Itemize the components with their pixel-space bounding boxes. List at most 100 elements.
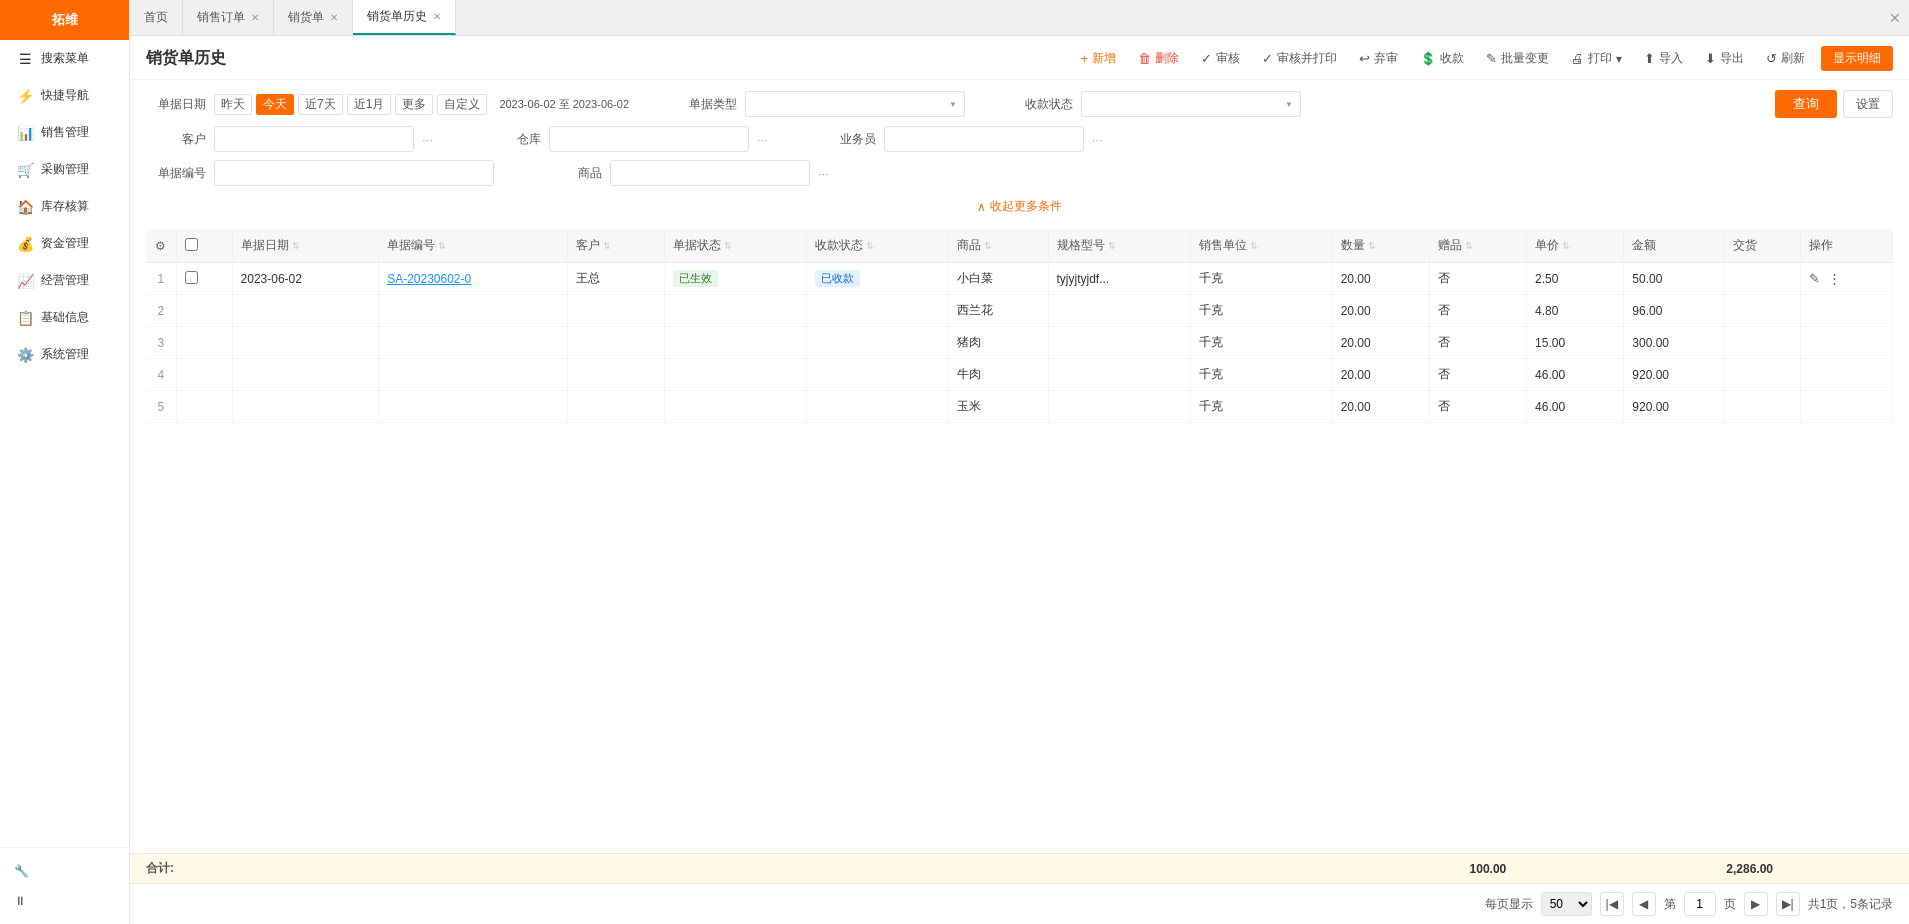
abandon-button[interactable]: ↩ 弃审 bbox=[1353, 47, 1404, 70]
sidebar-pause-btn[interactable]: ⏸ bbox=[0, 886, 129, 916]
query-button[interactable]: 查询 bbox=[1775, 90, 1837, 118]
first-page-btn[interactable]: |◀ bbox=[1600, 892, 1624, 916]
tab-sales-history[interactable]: 销货单历史 ✕ bbox=[353, 0, 456, 35]
th-unit-sort-icon[interactable]: ⇅ bbox=[1250, 241, 1258, 251]
1month-btn[interactable]: 近1月 bbox=[347, 94, 392, 115]
collect-status-select[interactable] bbox=[1081, 91, 1301, 117]
select-all-checkbox[interactable] bbox=[185, 238, 198, 251]
customer-ellipsis[interactable]: ··· bbox=[422, 132, 433, 147]
row-spec bbox=[1048, 359, 1190, 391]
row-transaction bbox=[1724, 263, 1801, 295]
th-doc-status: 单据状态 ⇅ bbox=[665, 229, 807, 263]
table-settings-cell[interactable]: ⚙ bbox=[146, 229, 176, 263]
delete-button[interactable]: 🗑 删除 bbox=[1132, 47, 1185, 70]
add-button[interactable]: + 新增 bbox=[1074, 47, 1122, 70]
sidebar-settings-btn[interactable]: 🔧 bbox=[0, 856, 129, 886]
tab-sales-order-close[interactable]: ✕ bbox=[251, 12, 259, 23]
th-customer-sort-icon[interactable]: ⇅ bbox=[603, 241, 611, 251]
page-title: 销货单历史 bbox=[146, 48, 226, 69]
row-checkbox[interactable] bbox=[185, 271, 198, 284]
collect-button[interactable]: 💲 收款 bbox=[1414, 47, 1470, 70]
more-btn[interactable]: 更多 bbox=[395, 94, 433, 115]
filter-setting-button[interactable]: 设置 bbox=[1843, 90, 1893, 118]
warehouse-ellipsis[interactable]: ··· bbox=[757, 132, 768, 147]
row-customer: 王总 bbox=[568, 263, 665, 295]
per-page-select[interactable]: 50 100 200 bbox=[1541, 892, 1592, 916]
th-price-sort-icon[interactable]: ⇅ bbox=[1562, 241, 1570, 251]
sidebar-item-search-menu[interactable]: ☰ 搜索菜单 bbox=[0, 40, 129, 77]
customer-input[interactable] bbox=[214, 126, 414, 152]
row-price: 4.80 bbox=[1527, 295, 1624, 327]
th-quantity: 数量 ⇅ bbox=[1332, 229, 1429, 263]
more-action-icon[interactable]: ⋮ bbox=[1828, 271, 1841, 286]
th-date-sort-icon[interactable]: ⇅ bbox=[292, 241, 300, 251]
prev-page-btn[interactable]: ◀ bbox=[1632, 892, 1656, 916]
show-detail-button[interactable]: 显示明细 bbox=[1821, 46, 1893, 71]
total-label: 合计: bbox=[146, 860, 174, 877]
next-page-btn[interactable]: ▶ bbox=[1744, 892, 1768, 916]
sidebar-item-finance-mgmt[interactable]: 💰 资金管理 bbox=[0, 225, 129, 262]
row-doc-no bbox=[379, 327, 568, 359]
goods-input[interactable] bbox=[610, 160, 810, 186]
th-date-label: 单据日期 bbox=[241, 237, 289, 254]
row-collect-status bbox=[807, 391, 949, 423]
row-unit: 千克 bbox=[1190, 359, 1332, 391]
last-page-btn[interactable]: ▶| bbox=[1776, 892, 1800, 916]
print-button[interactable]: 🖨 打印 ▾ bbox=[1565, 47, 1628, 70]
th-doc-no-sort-icon[interactable]: ⇅ bbox=[438, 241, 446, 251]
collapse-button[interactable]: ∧ 收起更多条件 bbox=[146, 194, 1893, 219]
sidebar-item-operations-mgmt[interactable]: 📈 经营管理 bbox=[0, 262, 129, 299]
7days-btn[interactable]: 近7天 bbox=[298, 94, 343, 115]
goods-ellipsis[interactable]: ··· bbox=[818, 166, 829, 181]
page-input[interactable] bbox=[1684, 892, 1716, 916]
doc-type-select[interactable] bbox=[745, 91, 965, 117]
custom-btn[interactable]: 自定义 bbox=[437, 94, 487, 115]
today-btn[interactable]: 今天 bbox=[256, 94, 294, 115]
row-unit: 千克 bbox=[1190, 263, 1332, 295]
th-doc-status-sort-icon[interactable]: ⇅ bbox=[724, 241, 732, 251]
row-doc-status bbox=[665, 391, 807, 423]
business-label: 业务员 bbox=[816, 131, 876, 148]
audit-print-button[interactable]: ✓ 审核并打印 bbox=[1256, 47, 1343, 70]
warehouse-input[interactable] bbox=[549, 126, 749, 152]
sidebar-item-quick-nav[interactable]: ⚡ 快捷导航 bbox=[0, 77, 129, 114]
th-spec-sort-icon[interactable]: ⇅ bbox=[1108, 241, 1116, 251]
row-spec bbox=[1048, 327, 1190, 359]
table-wrapper: ⚙ 单据日期 ⇅ 单据编号 bbox=[130, 229, 1909, 853]
tab-sales-history-close[interactable]: ✕ bbox=[433, 11, 441, 22]
th-collect-status-sort-icon[interactable]: ⇅ bbox=[866, 241, 874, 251]
th-gift-sort-icon[interactable]: ⇅ bbox=[1465, 241, 1473, 251]
pagination: 每页显示 50 100 200 |◀ ◀ 第 页 ▶ ▶| 共1页，5条记录 bbox=[130, 884, 1909, 924]
sidebar-item-sales-mgmt[interactable]: 📊 销售管理 bbox=[0, 114, 129, 151]
yesterday-btn[interactable]: 昨天 bbox=[214, 94, 252, 115]
tab-sales-order[interactable]: 销售订单 ✕ bbox=[183, 0, 274, 35]
export-button[interactable]: ⬇ 导出 bbox=[1699, 47, 1750, 70]
sidebar-item-purchase-mgmt[interactable]: 🛒 采购管理 bbox=[0, 151, 129, 188]
row-number: 1 bbox=[146, 263, 176, 295]
th-quantity-sort-icon[interactable]: ⇅ bbox=[1368, 241, 1376, 251]
business-ellipsis[interactable]: ··· bbox=[1092, 132, 1103, 147]
business-input[interactable] bbox=[884, 126, 1084, 152]
add-label: 新增 bbox=[1092, 50, 1116, 67]
tab-sales-goods[interactable]: 销货单 ✕ bbox=[274, 0, 353, 35]
audit-button[interactable]: ✓ 审核 bbox=[1195, 47, 1246, 70]
sidebar-item-basic-info[interactable]: 📋 基础信息 bbox=[0, 299, 129, 336]
th-goods-sort-icon[interactable]: ⇅ bbox=[984, 241, 992, 251]
doc-no-input[interactable] bbox=[214, 160, 494, 186]
tab-bar-close-all[interactable]: ✕ bbox=[1889, 10, 1909, 26]
batch-change-button[interactable]: ✎ 批量变更 bbox=[1480, 47, 1555, 70]
page-suffix: 页 bbox=[1724, 896, 1736, 913]
row-goods: 小白菜 bbox=[949, 263, 1048, 295]
sidebar-item-inventory[interactable]: 🏠 库存核算 bbox=[0, 188, 129, 225]
tab-sales-goods-close[interactable]: ✕ bbox=[330, 12, 338, 23]
sidebar-item-system-mgmt[interactable]: ⚙️ 系统管理 bbox=[0, 336, 129, 373]
edit-action-icon[interactable]: ✎ bbox=[1809, 271, 1820, 286]
row-goods: 猪肉 bbox=[949, 327, 1048, 359]
date-btn-group: 昨天 今天 近7天 近1月 更多 自定义 bbox=[214, 94, 487, 115]
import-button[interactable]: ⬆ 导入 bbox=[1638, 47, 1689, 70]
refresh-button[interactable]: ↺ 刷新 bbox=[1760, 47, 1811, 70]
tab-home[interactable]: 首页 bbox=[130, 0, 183, 35]
audit-print-icon: ✓ bbox=[1262, 51, 1273, 66]
th-gift: 赠品 ⇅ bbox=[1429, 229, 1526, 263]
doc-no-link[interactable]: SA-20230602-0 bbox=[387, 272, 471, 286]
